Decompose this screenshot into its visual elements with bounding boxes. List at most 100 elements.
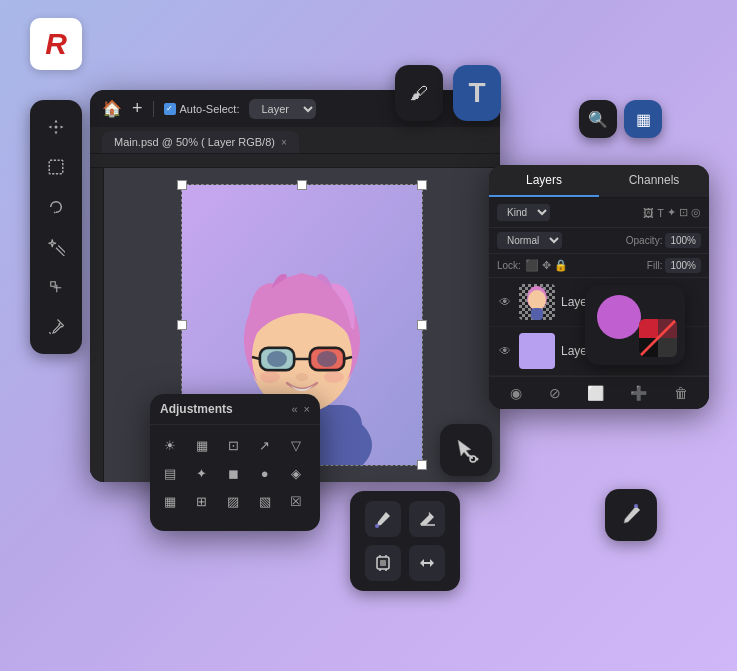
lock-label: Lock:: [497, 260, 521, 271]
pen-tool-panel[interactable]: [605, 489, 657, 541]
adjustments-panel: Adjustments « × ☀ ▦ ⊡ ↗ ▽ ▤ ✦ ◼ ● ◈ ▦ ⊞ …: [150, 394, 320, 531]
app-logo: R: [30, 18, 82, 70]
auto-select-checkbox[interactable]: [164, 103, 176, 115]
adj-channelmixer[interactable]: ◈: [284, 461, 308, 485]
handle-tr[interactable]: [417, 180, 427, 190]
chip-tool-btn[interactable]: [365, 545, 401, 581]
svg-rect-23: [531, 308, 543, 320]
layer-delete-icon[interactable]: 🗑: [674, 385, 688, 401]
layer-icon-text[interactable]: T: [657, 207, 664, 219]
mini-panel-row-2: [360, 545, 450, 581]
move-tool[interactable]: [39, 110, 73, 144]
adj-hsl[interactable]: ▤: [158, 461, 182, 485]
adj-vibrance[interactable]: ▽: [284, 433, 308, 457]
adj-selective[interactable]: ⊞: [190, 489, 214, 513]
search-icon: 🔍: [588, 110, 608, 129]
svg-point-17: [317, 351, 337, 367]
layers-type-icons: 🖼 T ✦ ⊡ ◎: [643, 206, 701, 219]
eraser-tool-btn[interactable]: [409, 501, 445, 537]
layer-eye-1[interactable]: 👁: [497, 295, 513, 309]
lasso-tool[interactable]: [39, 190, 73, 224]
adj-blackwhite[interactable]: ◼: [221, 461, 245, 485]
marquee-tool[interactable]: [39, 150, 73, 184]
adj-threshold[interactable]: ▨: [221, 489, 245, 513]
ruler-left: [90, 168, 104, 482]
layer-mask-icon[interactable]: ⬜: [587, 385, 604, 401]
svg-rect-0: [49, 160, 63, 174]
kind-dropdown[interactable]: Kind: [497, 204, 550, 221]
magic-wand-tool[interactable]: [39, 230, 73, 264]
transform-tool-btn[interactable]: [409, 545, 445, 581]
layer-add-icon[interactable]: ➕: [630, 385, 647, 401]
adj-curves[interactable]: ⊡: [221, 433, 245, 457]
ps-tabbar: Main.psd @ 50% ( Layer RGB/8) ×: [90, 127, 500, 154]
color-swatch[interactable]: [639, 319, 677, 357]
crop-tool[interactable]: [39, 270, 73, 304]
floating-tools-top: 🖌 T: [395, 65, 501, 121]
svg-rect-29: [380, 560, 386, 566]
adj-exposure[interactable]: ↗: [253, 433, 277, 457]
layer-thumb-2: [519, 333, 555, 369]
adj-levels[interactable]: ▦: [190, 433, 214, 457]
auto-select-label: Auto-Select:: [180, 103, 240, 115]
tab-label: Main.psd @ 50% ( Layer RGB/8): [114, 136, 275, 148]
layer-icon-mask[interactable]: ⊡: [679, 206, 688, 219]
adj-photofilter[interactable]: ●: [253, 461, 277, 485]
lock-icons: ⬛ ✥ 🔒: [525, 259, 568, 272]
svg-point-25: [476, 458, 479, 461]
tab-channels[interactable]: Channels: [599, 165, 709, 197]
paint-tool-btn[interactable]: 🖌: [395, 65, 443, 121]
layer-eye-2[interactable]: 👁: [497, 344, 513, 358]
adj-brightness[interactable]: ☀: [158, 433, 182, 457]
handle-tl[interactable]: [177, 180, 187, 190]
svg-point-18: [296, 373, 308, 381]
tab-layers[interactable]: Layers: [489, 165, 599, 197]
logo-letter: R: [45, 29, 67, 59]
lock-position-icon[interactable]: ✥: [542, 259, 551, 272]
layer-icon-smart[interactable]: ◎: [691, 206, 701, 219]
grid-float-btn[interactable]: ▦: [624, 100, 662, 138]
handle-br[interactable]: [417, 460, 427, 470]
opacity-value[interactable]: 100%: [665, 233, 701, 248]
adj-colorbalance[interactable]: ✦: [190, 461, 214, 485]
handle-mr[interactable]: [417, 320, 427, 330]
lock-all-icon[interactable]: 🔒: [554, 259, 568, 272]
search-float-btn[interactable]: 🔍: [579, 100, 617, 138]
layers-normal-row: Normal Opacity: 100%: [489, 228, 709, 254]
eyedropper-tool[interactable]: [39, 310, 73, 344]
add-btn[interactable]: +: [132, 98, 143, 119]
svg-point-16: [267, 351, 287, 367]
layers-tabs: Layers Channels: [489, 165, 709, 198]
adj-invert[interactable]: ☒: [284, 489, 308, 513]
opacity-label: Opacity:: [626, 235, 663, 246]
handle-tc[interactable]: [297, 180, 307, 190]
layer-fx-icon[interactable]: ⊘: [549, 385, 561, 401]
color-circle[interactable]: [597, 295, 641, 339]
brush-tool-btn[interactable]: [365, 501, 401, 537]
fill-value[interactable]: 100%: [665, 258, 701, 273]
ruler-top: [90, 154, 500, 168]
layer-icon-effect[interactable]: ✦: [667, 206, 676, 219]
handle-ml[interactable]: [177, 320, 187, 330]
mini-panel-bottom: [350, 491, 460, 591]
home-btn[interactable]: 🏠: [102, 99, 122, 118]
svg-point-19: [260, 371, 280, 383]
adjustments-collapse-btn[interactable]: «: [291, 403, 297, 415]
adjustments-close-btn[interactable]: ×: [304, 403, 310, 415]
layer-select[interactable]: Layer Group: [249, 99, 316, 119]
cursor-move-tool[interactable]: [440, 424, 492, 476]
adj-posterize[interactable]: ▧: [253, 489, 277, 513]
ps-tab[interactable]: Main.psd @ 50% ( Layer RGB/8) ×: [102, 131, 299, 153]
fill-label: Fill:: [647, 260, 663, 271]
layers-kind-row: Kind 🖼 T ✦ ⊡ ◎: [489, 198, 709, 228]
type-tool-btn[interactable]: T: [453, 65, 501, 121]
layer-icon-img[interactable]: 🖼: [643, 207, 654, 219]
tab-close-btn[interactable]: ×: [281, 137, 287, 148]
svg-line-35: [641, 321, 675, 355]
adj-gradient[interactable]: ▦: [158, 489, 182, 513]
lock-pixels-icon[interactable]: ⬛: [525, 259, 539, 272]
layer-mode-icon[interactable]: ◉: [510, 385, 522, 401]
normal-dropdown[interactable]: Normal: [497, 232, 562, 249]
auto-select-check[interactable]: Auto-Select:: [164, 103, 240, 115]
adjustments-icons-grid: ☀ ▦ ⊡ ↗ ▽ ▤ ✦ ◼ ● ◈ ▦ ⊞ ▨ ▧ ☒: [150, 425, 320, 521]
